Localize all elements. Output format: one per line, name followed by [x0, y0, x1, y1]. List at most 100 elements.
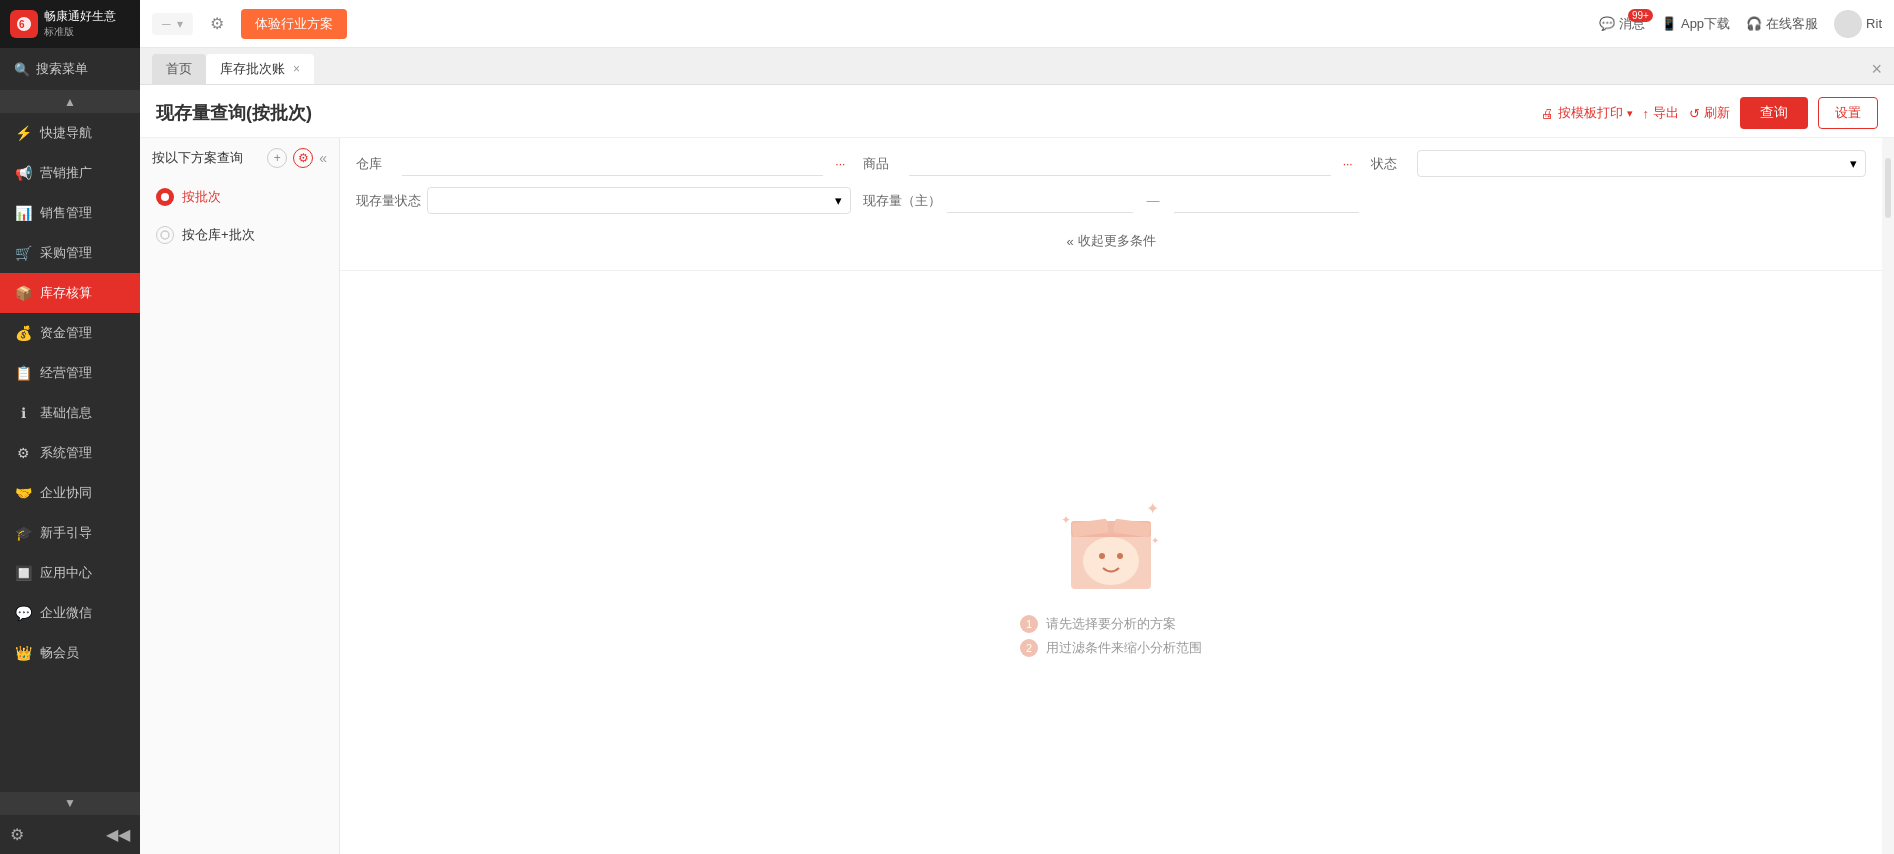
sidebar-item-finance[interactable]: 💰 资金管理	[0, 313, 140, 353]
phone-icon: 📱	[1661, 16, 1677, 31]
warehouse-filter-input[interactable]	[402, 152, 823, 176]
enterprise-icon: 🤝	[14, 484, 32, 502]
settings-scheme-icon[interactable]: ⚙	[293, 148, 313, 168]
scrollbar-thumb[interactable]	[1885, 158, 1891, 218]
sidebar-item-app-center[interactable]: 🔲 应用中心	[0, 553, 140, 593]
sidebar-item-label: 库存核算	[40, 284, 92, 302]
sidebar-item-sales[interactable]: 📊 销售管理	[0, 193, 140, 233]
trial-industry-button[interactable]: 体验行业方案	[241, 9, 347, 39]
tab-panel-close-icon[interactable]: ×	[1871, 59, 1882, 80]
sidebar-item-member[interactable]: 👑 畅会员	[0, 633, 140, 673]
warehouse-filter-label: 仓库	[356, 155, 396, 173]
sidebar-footer: ⚙ ◀◀	[0, 814, 140, 854]
export-button[interactable]: ↑ 导出	[1643, 104, 1680, 122]
inventory-icon: 📦	[14, 284, 32, 302]
sidebar-item-purchase[interactable]: 🛒 采购管理	[0, 233, 140, 273]
empty-tip-1: 1 请先选择要分析的方案	[1020, 615, 1202, 633]
settings-button[interactable]: 设置	[1818, 97, 1878, 129]
basic-info-icon: ℹ	[14, 404, 32, 422]
filter-area: 仓库 ··· 商品 ··· 状态	[340, 138, 1882, 271]
collapse-up-icon: «	[1066, 234, 1073, 249]
empty-tip-1-text: 请先选择要分析的方案	[1046, 615, 1176, 633]
refresh-button[interactable]: ↺ 刷新	[1689, 104, 1730, 122]
goods-filter: 商品 ···	[863, 152, 1358, 176]
svg-text:✦: ✦	[1151, 535, 1159, 546]
empty-tip-2: 2 用过滤条件来缩小分析范围	[1020, 639, 1202, 657]
settings-footer-icon[interactable]: ⚙	[10, 825, 24, 844]
app-title: 畅康通好生意	[44, 9, 116, 25]
topbar: ─ ▾ ⚙ 体验行业方案 💬 消息 99+ 📱 App下载 🎧 在线客服 Rit	[140, 0, 1894, 48]
app-download-button[interactable]: 📱 App下载	[1661, 15, 1730, 33]
sidebar-item-label: 企业微信	[40, 604, 92, 622]
print-dropdown-icon[interactable]: ▾	[1627, 107, 1633, 120]
scheme-batch-item[interactable]: 按批次	[140, 178, 339, 216]
finance-icon: 💰	[14, 324, 32, 342]
topbar-settings-icon[interactable]: ⚙	[203, 10, 231, 38]
sidebar-item-newcomer[interactable]: 🎓 新手引导	[0, 513, 140, 553]
inventory-qty-to-input[interactable]	[1174, 189, 1359, 213]
app-subtitle: 标准版	[44, 25, 116, 39]
sidebar-item-label: 应用中心	[40, 564, 92, 582]
left-panel-header: 按以下方案查询 + ⚙ «	[140, 138, 339, 178]
print-template-button[interactable]: 🖨 按模板打印 ▾	[1541, 104, 1633, 122]
scheme-warehouse-batch-item[interactable]: 按仓库+批次	[140, 216, 339, 254]
query-button[interactable]: 查询	[1740, 97, 1808, 129]
sidebar-item-inventory[interactable]: 📦 库存核算	[0, 273, 140, 313]
page-content: 现存量查询(按批次) 🖨 按模板打印 ▾ ↑ 导出 ↺ 刷新 查询 设置	[140, 85, 1894, 854]
message-button[interactable]: 💬 消息 99+	[1599, 15, 1645, 33]
export-icon: ↑	[1643, 106, 1650, 121]
sidebar-item-quick-nav[interactable]: ⚡ 快捷导航	[0, 113, 140, 153]
tab-home[interactable]: 首页	[152, 54, 206, 84]
svg-point-8	[1099, 553, 1105, 559]
sidebar: 6 畅康通好生意 标准版 🔍 搜索菜单 ▲ ⚡ 快捷导航 📢 营销推广 📊 销售…	[0, 0, 140, 854]
collapse-sidebar-icon[interactable]: ◀◀	[106, 825, 130, 844]
quick-nav-icon: ⚡	[14, 124, 32, 142]
sidebar-item-label: 系统管理	[40, 444, 92, 462]
sidebar-scroll-up[interactable]: ▲	[0, 91, 140, 113]
breadcrumb: ─ ▾	[152, 13, 193, 35]
warehouse-filter-dots[interactable]: ···	[829, 155, 851, 173]
status-dropdown[interactable]: ▾	[1417, 150, 1866, 177]
tab-close-icon[interactable]: ×	[293, 62, 300, 76]
sidebar-item-label: 新手引导	[40, 524, 92, 542]
inventory-status-dropdown[interactable]: ▾	[427, 187, 851, 214]
sidebar-item-label: 销售管理	[40, 204, 92, 222]
body-layout: 按以下方案查询 + ⚙ « 按批次	[140, 138, 1894, 854]
inventory-status-label: 现存量状态	[356, 192, 421, 210]
collapse-left-panel-icon[interactable]: «	[319, 150, 327, 166]
page-header: 现存量查询(按批次) 🖨 按模板打印 ▾ ↑ 导出 ↺ 刷新 查询 设置	[140, 85, 1894, 138]
empty-tip-2-text: 用过滤条件来缩小分析范围	[1046, 639, 1202, 657]
right-scrollbar	[1882, 138, 1894, 854]
svg-point-2	[161, 231, 169, 239]
inventory-qty-from-input[interactable]	[947, 189, 1132, 213]
search-menu-label: 搜索菜单	[36, 60, 88, 78]
scheme-batch-label: 按批次	[182, 188, 221, 206]
sidebar-scroll-down[interactable]: ▼	[0, 792, 140, 814]
sidebar-item-system[interactable]: ⚙ 系统管理	[0, 433, 140, 473]
sidebar-item-label: 经营管理	[40, 364, 92, 382]
search-menu-item[interactable]: 🔍 搜索菜单	[10, 56, 130, 82]
sidebar-item-basic-info[interactable]: ℹ 基础信息	[0, 393, 140, 433]
sidebar-item-operations[interactable]: 📋 经营管理	[0, 353, 140, 393]
svg-text:✦: ✦	[1061, 513, 1071, 527]
search-icon: 🔍	[14, 62, 30, 77]
goods-filter-input[interactable]	[909, 152, 1330, 176]
breadcrumb-arrow: ▾	[177, 17, 183, 31]
goods-filter-dots[interactable]: ···	[1337, 155, 1359, 173]
tab-inventory-batch[interactable]: 库存批次账 ×	[206, 54, 314, 84]
sidebar-item-enterprise[interactable]: 🤝 企业协同	[0, 473, 140, 513]
filter-row-2: 现存量状态 ▾ 现存量（主） —	[356, 187, 1866, 214]
sidebar-item-label: 快捷导航	[40, 124, 92, 142]
inventory-status-arrow: ▾	[835, 193, 842, 208]
svg-point-1	[161, 193, 169, 201]
sidebar-item-wechat[interactable]: 💬 企业微信	[0, 593, 140, 633]
topbar-right: 💬 消息 99+ 📱 App下载 🎧 在线客服 Rit	[1599, 10, 1882, 38]
sidebar-item-marketing[interactable]: 📢 营销推广	[0, 153, 140, 193]
user-profile-button[interactable]: Rit	[1834, 10, 1882, 38]
warehouse-filter: 仓库 ···	[356, 152, 851, 176]
collapse-more-conditions[interactable]: « 收起更多条件	[356, 224, 1866, 258]
empty-tips: 1 请先选择要分析的方案 2 用过滤条件来缩小分析范围	[1020, 615, 1202, 657]
sidebar-item-label: 畅会员	[40, 644, 79, 662]
add-scheme-icon[interactable]: +	[267, 148, 287, 168]
online-service-button[interactable]: 🎧 在线客服	[1746, 15, 1818, 33]
